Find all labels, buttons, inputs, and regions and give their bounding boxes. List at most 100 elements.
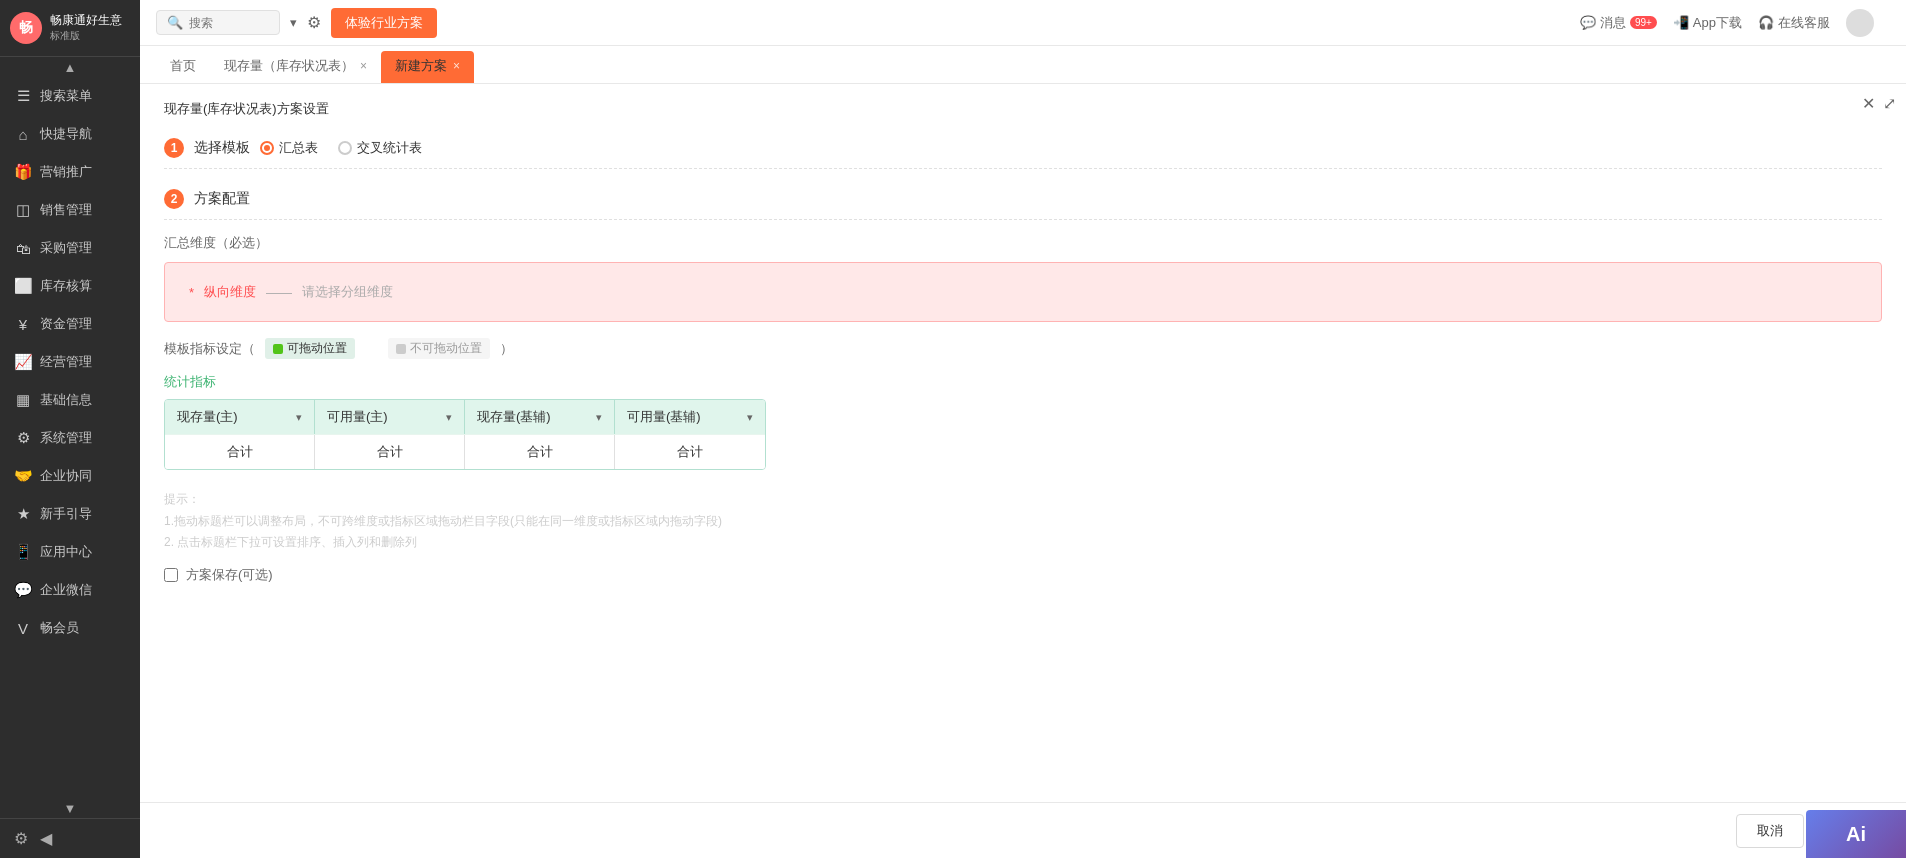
sidebar-item-membership[interactable]: V 畅会员 [0,609,140,647]
tab-new-scheme[interactable]: 新建方案 × [381,51,474,83]
app-download-item[interactable]: 📲 App下载 [1673,14,1742,32]
app-center-icon: 📱 [14,543,32,561]
sidebar-item-operations[interactable]: 📈 经营管理 [0,343,140,381]
tabs-bar: 首页 现存量（库存状况表） × 新建方案 × [140,46,1906,84]
sidebar-scroll-up[interactable]: ▲ [0,57,140,77]
ai-badge[interactable]: Ai [1806,810,1906,858]
template-radio-group: 汇总表 交叉统计表 [260,139,422,157]
sidebar-item-enterprise[interactable]: 🤝 企业协同 [0,457,140,495]
dropdown-icon[interactable]: ▾ [290,15,297,30]
app-download-icon: 📲 [1673,15,1689,30]
enterprise-icon: 🤝 [14,467,32,485]
sidebar-item-enterprise-wechat[interactable]: 💬 企业微信 [0,571,140,609]
sidebar-item-label: 企业微信 [40,581,92,599]
message-label: 消息 [1600,14,1626,32]
indicator-close-paren: ） [500,340,513,358]
dimension-placeholder[interactable]: 请选择分组维度 [302,283,393,301]
stats-cell-0: 合计 [165,435,315,469]
message-item[interactable]: 💬 消息 99+ [1580,14,1657,32]
tab-inventory-close[interactable]: × [360,59,367,73]
sidebar-item-purchase[interactable]: 🛍 采购管理 [0,229,140,267]
radio-cross-label: 交叉统计表 [357,139,422,157]
col-chevron-2[interactable]: ▾ [596,411,602,424]
tips-section: 提示： 1.拖动标题栏可以调整布局，不可跨维度或指标区域拖动栏目字段(只能在同一… [164,489,1882,554]
fixed-dot [396,344,406,354]
sidebar-item-label: 资金管理 [40,315,92,333]
sidebar-bottom: ⚙ ◀ [0,818,140,858]
sidebar-item-label: 销售管理 [40,201,92,219]
tip1: 1.拖动标题栏可以调整布局，不可跨维度或指标区域拖动栏目字段(只能在同一维度或指… [164,511,1882,533]
tab-new-label: 新建方案 [395,57,447,75]
sidebar-item-basic-info[interactable]: ▦ 基础信息 [0,381,140,419]
topbar-search-box[interactable]: 🔍 [156,10,280,35]
collapse-icon[interactable]: ◀ [40,829,52,848]
step2-number: 2 [164,189,184,209]
sidebar-item-label: 基础信息 [40,391,92,409]
sidebar-item-label: 企业协同 [40,467,92,485]
col-header-label-3: 可用量(基辅) [627,408,701,426]
stats-col-header-0: 现存量(主) ▾ [165,400,315,434]
finance-icon: ¥ [14,315,32,333]
indicator-fixed-tag: 不可拖动位置 [388,338,490,359]
dimension-dash: —— [266,285,292,300]
tips-title: 提示： [164,489,1882,511]
tab-inventory-label: 现存量（库存状况表） [224,57,354,75]
sidebar-item-quick-nav[interactable]: ⌂ 快捷导航 [0,115,140,153]
panel-controls: ✕ ⤢ [1862,94,1896,113]
topbar-right: 💬 消息 99+ 📲 App下载 🎧 在线客服 [1580,9,1890,37]
sidebar-item-app-center[interactable]: 📱 应用中心 [0,533,140,571]
radio-cross-table[interactable]: 交叉统计表 [338,139,422,157]
close-button[interactable]: ✕ [1862,94,1875,113]
expand-button[interactable]: ⤢ [1883,94,1896,113]
search-icon: 🔍 [167,15,183,30]
sidebar-item-finance[interactable]: ¥ 资金管理 [0,305,140,343]
sales-icon: ◫ [14,201,32,219]
save-row: 方案保存(可选) [164,554,1882,596]
trial-button[interactable]: 体验行业方案 [331,8,437,38]
col-chevron-0[interactable]: ▾ [296,411,302,424]
radio-summary-label: 汇总表 [279,139,318,157]
col-chevron-3[interactable]: ▾ [747,411,753,424]
user-avatar[interactable] [1846,9,1874,37]
col-chevron-1[interactable]: ▾ [446,411,452,424]
tab-home-label: 首页 [170,57,196,75]
sidebar-item-marketing[interactable]: 🎁 营销推广 [0,153,140,191]
sidebar-item-new-guide[interactable]: ★ 新手引导 [0,495,140,533]
main-area: 🔍 ▾ ⚙ 体验行业方案 💬 消息 99+ 📲 App下载 🎧 在线客服 [140,0,1906,858]
sidebar-item-label: 新手引导 [40,505,92,523]
save-checkbox[interactable] [164,568,178,582]
tab-inventory-status[interactable]: 现存量（库存状况表） × [210,51,381,83]
system-icon: ⚙ [14,429,32,447]
tab-new-close[interactable]: × [453,59,460,73]
sidebar-item-label: 畅会员 [40,619,79,637]
stats-header-row: 现存量(主) ▾ 可用量(主) ▾ 现存量(基辅) ▾ 可用量(基辅) [165,400,765,434]
topbar: 🔍 ▾ ⚙ 体验行业方案 💬 消息 99+ 📲 App下载 🎧 在线客服 [140,0,1906,46]
sidebar-item-label: 快捷导航 [40,125,92,143]
step1-title: 选择模板 [194,139,250,157]
tip2: 2. 点击标题栏下拉可设置排序、插入列和删除列 [164,532,1882,554]
message-icon: 💬 [1580,15,1596,30]
sidebar-item-label: 搜索菜单 [40,87,92,105]
dimension-field-label: 纵向维度 [204,283,256,301]
settings-icon[interactable]: ⚙ [14,829,28,848]
sidebar-item-label: 经营管理 [40,353,92,371]
radio-summary-table[interactable]: 汇总表 [260,139,318,157]
tab-home[interactable]: 首页 [156,51,210,83]
purchase-icon: 🛍 [14,239,32,257]
enterprise-wechat-icon: 💬 [14,581,32,599]
online-service-item[interactable]: 🎧 在线客服 [1758,14,1830,32]
sidebar-item-inventory[interactable]: ⬜ 库存核算 [0,267,140,305]
panel-title: 现存量(库存状况表)方案设置 [164,100,1882,118]
headset-icon: 🎧 [1758,15,1774,30]
sidebar-item-system[interactable]: ⚙ 系统管理 [0,419,140,457]
gear-icon[interactable]: ⚙ [307,13,321,32]
sidebar-item-search-menu[interactable]: ☰ 搜索菜单 [0,77,140,115]
sidebar-scroll-down[interactable]: ▼ [0,798,140,818]
cancel-button[interactable]: 取消 [1736,814,1804,848]
search-input[interactable] [189,16,269,30]
sidebar-item-sales[interactable]: ◫ 销售管理 [0,191,140,229]
stats-title: 统计指标 [164,373,1882,391]
dimension-box: * 纵向维度 —— 请选择分组维度 [164,262,1882,322]
step1-number: 1 [164,138,184,158]
step1-section: 1 选择模板 汇总表 交叉统计表 [164,138,1882,169]
